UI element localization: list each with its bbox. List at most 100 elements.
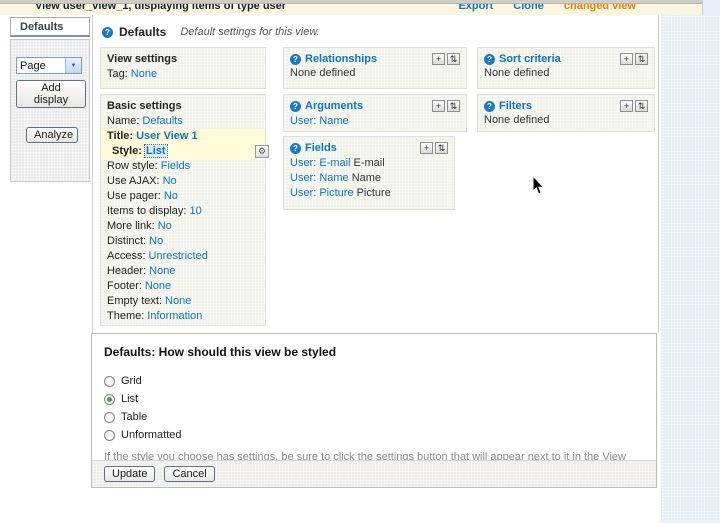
field-item-link[interactable]: User: E-mail — [290, 157, 351, 169]
chevron-down-icon[interactable]: ▼ — [65, 58, 81, 73]
gear-icon[interactable]: ⚙ — [255, 145, 269, 158]
rearrange-icon[interactable]: ⇅ — [447, 100, 460, 112]
radio-icon-checked[interactable] — [104, 394, 115, 405]
clone-link[interactable]: Clone — [513, 4, 544, 13]
fields-box: ? Fields +⇅ User: E-mailE-mail User: Name… — [283, 136, 455, 210]
setting-value-link[interactable]: User View 1 — [136, 130, 198, 142]
analyze-button[interactable]: Analyze — [26, 127, 78, 143]
help-icon[interactable]: ? — [290, 143, 301, 154]
export-link[interactable]: Export — [458, 4, 493, 13]
setting-value-link[interactable]: No — [164, 190, 178, 202]
setting-label: More link: — [107, 220, 155, 232]
display-type-value: Page — [17, 60, 65, 72]
field-item-label: E-mail — [354, 157, 385, 169]
setting-row-style: Style:List⚙ — [101, 144, 265, 159]
field-item: User: PicturePicture — [290, 186, 448, 201]
field-item-link[interactable]: User: Picture — [290, 187, 354, 199]
radio-option-list[interactable]: List — [104, 390, 656, 408]
add-icon[interactable]: + — [620, 53, 633, 65]
sidebar-summary-divider — [92, 15, 93, 333]
help-icon[interactable]: ? — [102, 27, 113, 38]
add-icon[interactable]: + — [420, 142, 433, 154]
help-icon[interactable]: ? — [484, 54, 495, 65]
basic-settings-title: Basic settings — [107, 100, 182, 112]
radio-option-table[interactable]: Table — [104, 408, 656, 426]
setting-row-theme: Theme:Information — [107, 309, 259, 324]
radio-option-grid[interactable]: Grid — [104, 372, 656, 390]
add-icon[interactable]: + — [432, 100, 445, 112]
radio-icon[interactable] — [104, 430, 115, 441]
rearrange-icon[interactable]: ⇅ — [435, 142, 448, 154]
setting-row-footer: Footer:None — [107, 279, 259, 294]
setting-value-link[interactable]: None — [149, 265, 175, 277]
update-button[interactable]: Update — [104, 466, 155, 482]
tag-value-link[interactable]: None — [131, 68, 157, 80]
filters-empty-text: None defined — [484, 114, 648, 126]
cancel-button[interactable]: Cancel — [164, 466, 214, 482]
scrollbar-corner — [702, 0, 720, 15]
rearrange-icon[interactable]: ⇅ — [635, 100, 648, 112]
view-header-bar: View user_view_1, displaying items of ty… — [0, 4, 720, 15]
arguments-title-link[interactable]: Arguments — [305, 100, 363, 112]
setting-value-link[interactable]: Defaults — [142, 115, 182, 127]
setting-value-link[interactable]: None — [165, 295, 191, 307]
setting-label: Style: — [107, 145, 142, 157]
relationships-title-link[interactable]: Relationships — [305, 53, 377, 65]
add-display-button[interactable]: Add display — [16, 80, 86, 108]
setting-value-link[interactable]: No — [149, 235, 163, 247]
setting-value-link[interactable]: Information — [147, 310, 202, 322]
filters-title-link[interactable]: Filters — [499, 100, 532, 112]
radio-icon[interactable] — [104, 412, 115, 423]
setting-row-more: More link:No — [107, 219, 259, 234]
setting-row-pager: Use pager:No — [107, 189, 259, 204]
add-icon[interactable]: + — [620, 100, 633, 112]
setting-row-name: Name:Defaults — [107, 114, 259, 129]
fields-title-link[interactable]: Fields — [305, 142, 337, 154]
display-type-select[interactable]: Page ▼ — [16, 57, 82, 74]
setting-row-ajax: Use AJAX:No — [107, 174, 259, 189]
relationships-empty-text: None defined — [290, 67, 460, 79]
setting-label: Theme: — [107, 310, 144, 322]
summary-heading: Defaults — [119, 25, 166, 39]
setting-value-link[interactable]: None — [145, 280, 171, 292]
radio-icon[interactable] — [104, 376, 115, 387]
add-icon[interactable]: + — [432, 53, 445, 65]
setting-label: Access: — [107, 250, 146, 262]
setting-row-distinct: Distinct:No — [107, 234, 259, 249]
tab-defaults[interactable]: Defaults — [10, 17, 90, 37]
rearrange-icon[interactable]: ⇅ — [447, 53, 460, 65]
radio-label[interactable]: Table — [121, 411, 147, 423]
setting-value-link[interactable]: Unrestricted — [149, 250, 208, 262]
setting-label: Distinct: — [107, 235, 146, 247]
radio-label[interactable]: Unformatted — [121, 429, 182, 441]
help-icon[interactable]: ? — [484, 101, 495, 112]
setting-value-link[interactable]: No — [163, 175, 177, 187]
basic-settings-box: Basic settings Name:Defaults Title:User … — [100, 94, 266, 326]
radio-option-unformatted[interactable]: Unformatted — [104, 426, 656, 444]
summary-subtitle: Default settings for this view. — [180, 26, 319, 38]
setting-value-link-active[interactable]: List — [145, 145, 167, 157]
radio-label[interactable]: List — [121, 393, 138, 405]
rearrange-icon[interactable]: ⇅ — [635, 53, 648, 65]
argument-item-link[interactable]: User: Name — [290, 115, 349, 127]
field-item-link[interactable]: User: Name — [290, 172, 349, 184]
field-item: User: NameName — [290, 171, 448, 186]
style-settings-form: Defaults: How should this view be styled… — [91, 333, 657, 488]
view-settings-box: View settings Tag:None — [100, 47, 266, 89]
radio-label[interactable]: Grid — [121, 375, 142, 387]
sort-criteria-title-link[interactable]: Sort criteria — [499, 53, 561, 65]
setting-label: Items to display: — [107, 205, 186, 217]
field-item-label: Name — [352, 172, 381, 184]
page-background — [661, 15, 720, 523]
help-icon[interactable]: ? — [290, 101, 301, 112]
help-icon[interactable]: ? — [290, 54, 301, 65]
sort-criteria-empty-text: None defined — [484, 67, 648, 79]
relationships-box: ? Relationships +⇅ None defined — [283, 47, 467, 89]
setting-value-link[interactable]: 10 — [189, 205, 201, 217]
setting-value-link[interactable]: No — [158, 220, 172, 232]
arguments-box: ? Arguments +⇅ User: Name — [283, 94, 467, 132]
setting-value-link[interactable]: Fields — [161, 160, 190, 172]
changed-view-marker: changed view — [564, 4, 636, 13]
form-title: Defaults: How should this view be styled — [104, 345, 656, 359]
sort-criteria-box: ? Sort criteria +⇅ None defined — [477, 47, 655, 89]
